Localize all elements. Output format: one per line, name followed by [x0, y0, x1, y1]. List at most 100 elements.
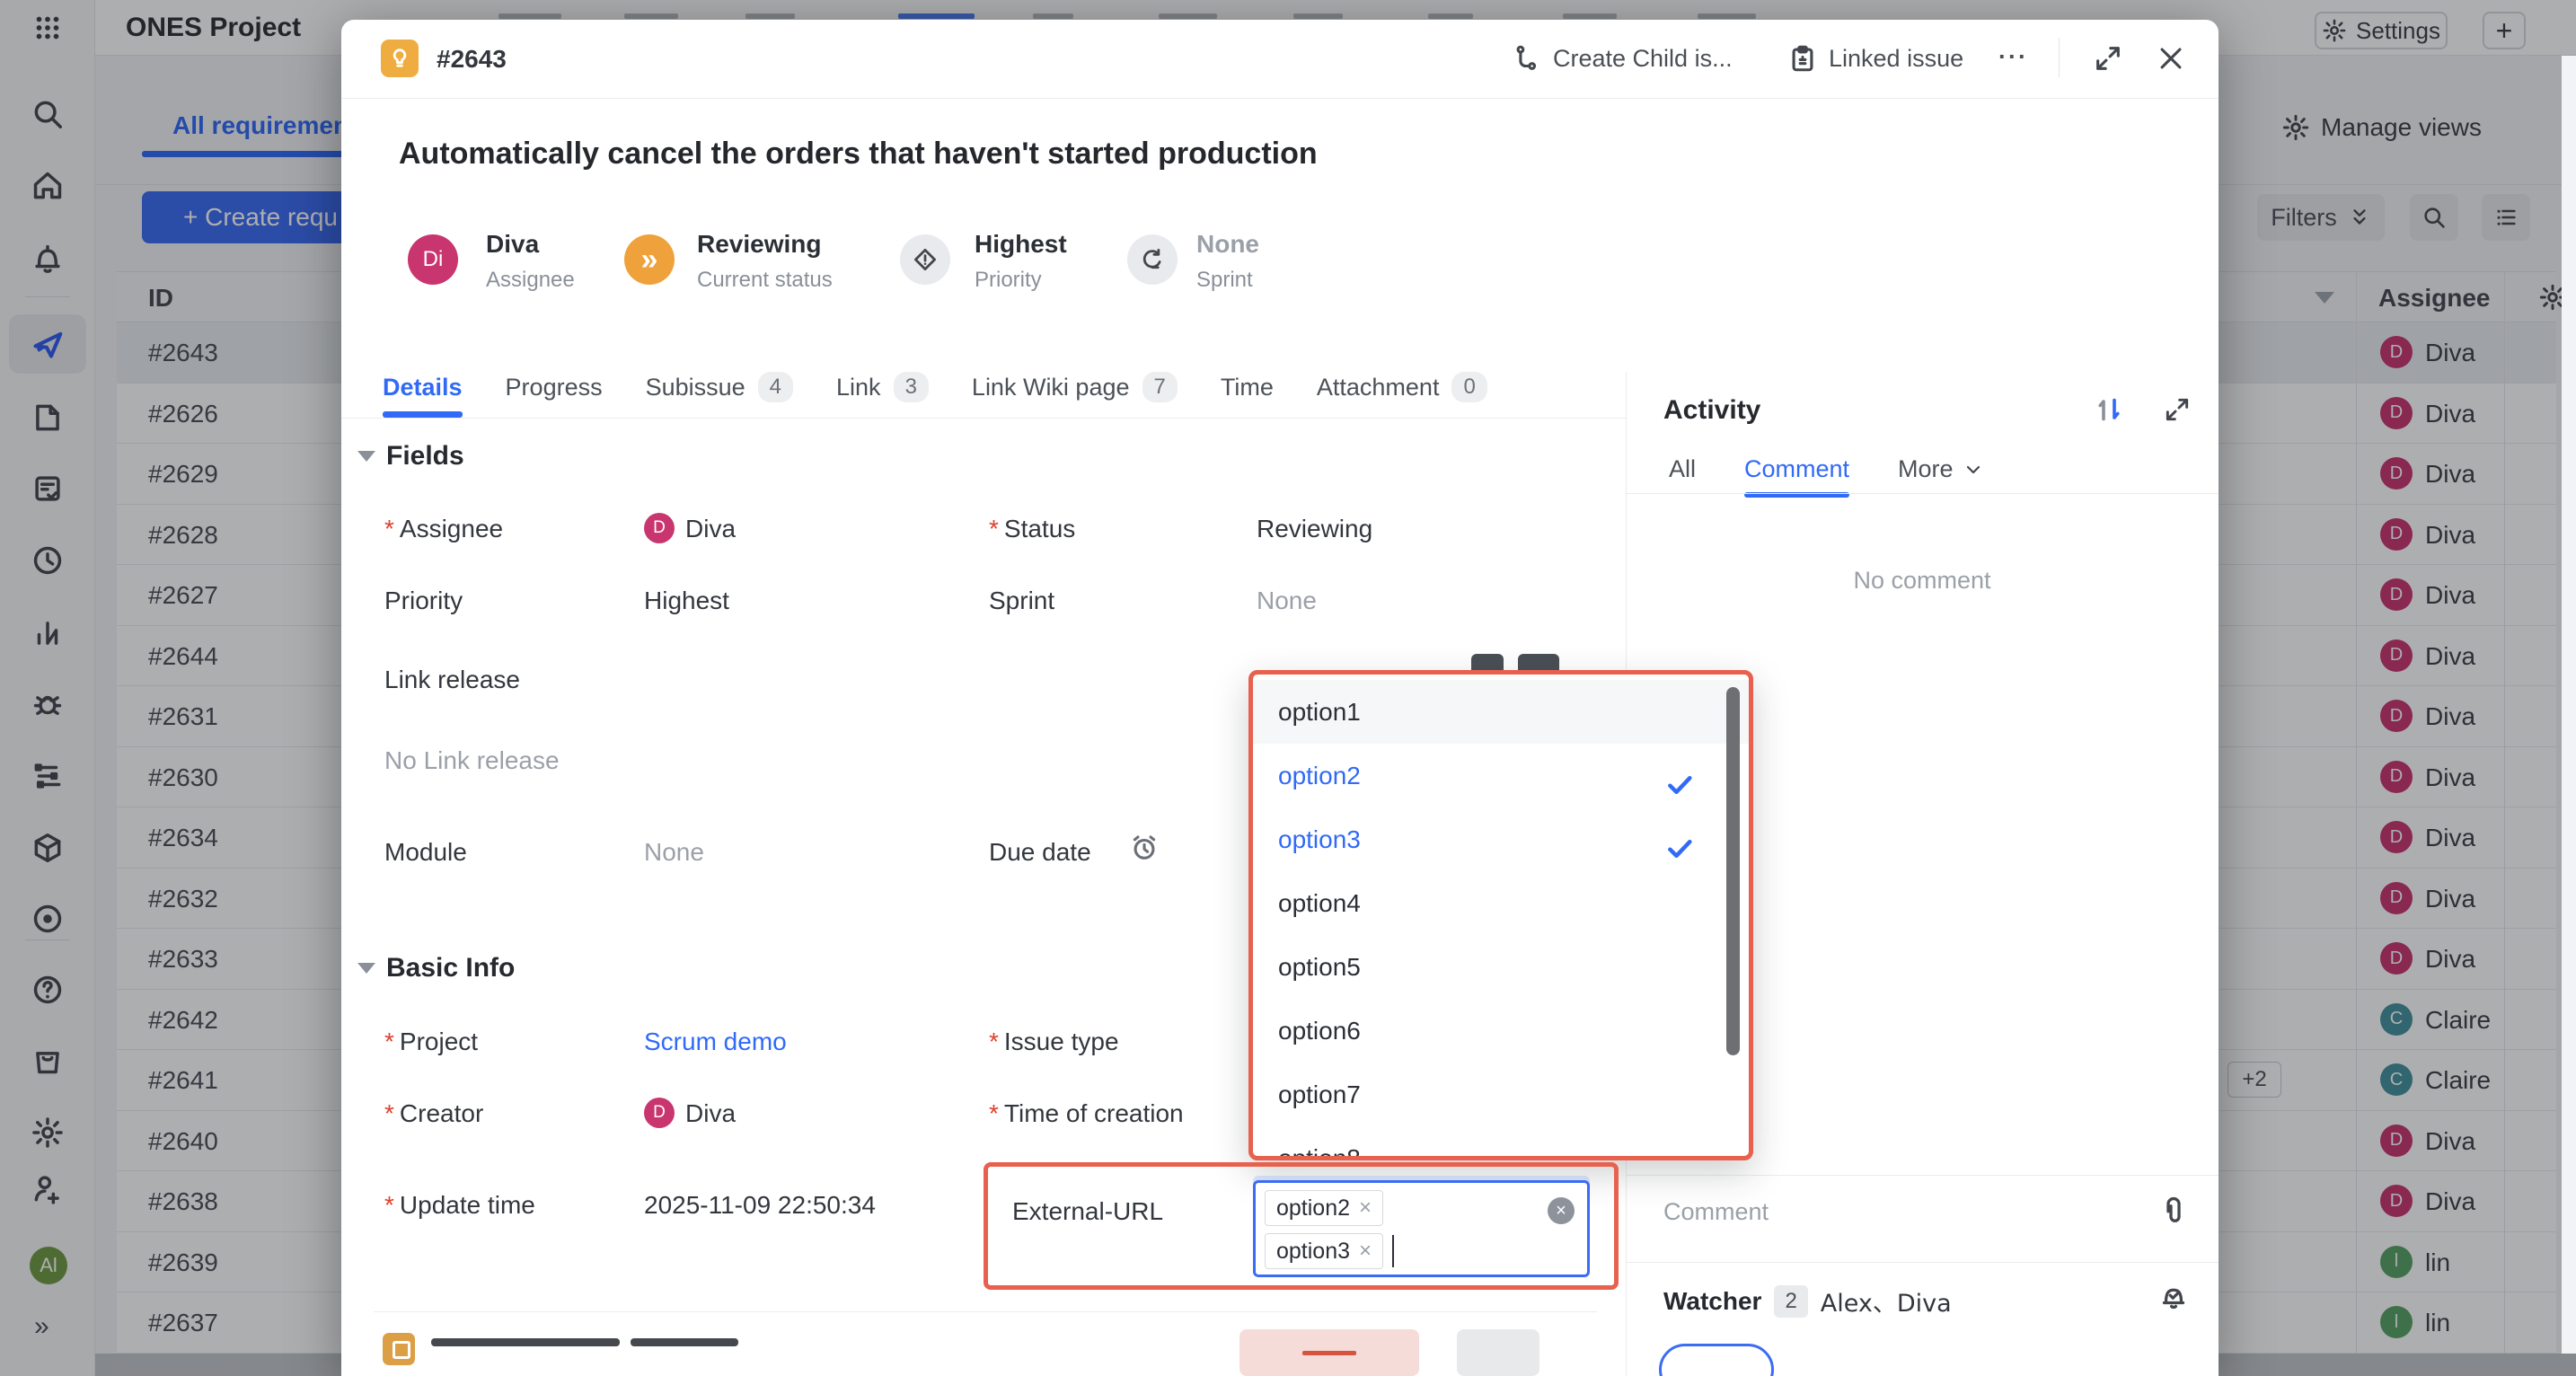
tab-link[interactable]: Link 3 [836, 372, 929, 419]
clipboard-link-icon [1792, 45, 1813, 72]
issue-detail-modal: #2643 Create Child is... Linked issue ··… [341, 20, 2219, 1376]
no-comment-text: No comment [1853, 567, 1991, 594]
assignee-field-value[interactable]: Diva [685, 515, 736, 543]
dropdown-option[interactable]: option1 [1253, 680, 1749, 744]
issue-type-icon [381, 40, 419, 77]
create-child-issue-button[interactable]: Create Child is... [1512, 43, 1733, 74]
collapse-caret-icon [357, 451, 375, 462]
alarm-clock-icon [1129, 833, 1160, 868]
tab-all[interactable]: All [1669, 455, 1696, 498]
avatar: D [644, 513, 675, 543]
chevron-down-icon [1966, 465, 1980, 473]
time-of-creation-field-label: Time of creation [989, 1099, 1184, 1128]
tab-progress[interactable]: Progress [506, 374, 603, 418]
activity-tabs: All Comment More [1669, 455, 1984, 498]
update-time-field-label: Update time [384, 1191, 535, 1220]
sprint-field-value[interactable]: None [1257, 587, 1317, 615]
page-scrollbar[interactable] [2562, 56, 2576, 1354]
avatar: Di [408, 234, 458, 285]
create-child-label: Create Child is... [1553, 44, 1733, 72]
issue-id: #2643 [437, 45, 507, 73]
creator-field-label: Creator [384, 1099, 483, 1128]
selected-option-tag[interactable]: option2 [1265, 1190, 1384, 1226]
dropdown-option[interactable]: option4 [1253, 871, 1749, 935]
project-field-value[interactable]: Scrum demo [644, 1028, 787, 1056]
linked-issue-button[interactable]: Linked issue [1787, 43, 1963, 74]
project-field-label: Project [384, 1028, 478, 1056]
update-time-field-value: 2025-11-09 22:50:34 [644, 1191, 876, 1219]
clipped-text [431, 1338, 620, 1346]
tab-count-badge: 7 [1142, 372, 1178, 402]
modal-tabs: Details Progress Subissue 4 Link 3 Link Wiki p… [383, 372, 1487, 419]
dropdown-option[interactable]: option3 [1253, 807, 1749, 871]
watcher-row[interactable]: Watcher 2 Alex、Diva [1663, 1283, 1952, 1319]
watcher-names: Alex、Diva [1820, 1290, 1952, 1318]
clipped-submit-button[interactable] [1659, 1344, 1774, 1376]
dropdown-option[interactable]: option7 [1253, 1063, 1749, 1126]
remove-tag-icon[interactable] [1359, 1239, 1372, 1264]
clipped-button[interactable] [1457, 1329, 1539, 1376]
more-actions-button[interactable]: ··· [1998, 43, 2028, 71]
external-url-input[interactable]: option2 option3 [1253, 1180, 1590, 1277]
tab-more[interactable]: More [1898, 455, 1984, 498]
priority-icon [900, 234, 950, 285]
comment-input[interactable]: Comment [1663, 1198, 1769, 1226]
clear-field-icon[interactable] [1548, 1197, 1575, 1224]
tab-link-wiki-page[interactable]: Link Wiki page 7 [972, 372, 1178, 419]
selected-option-tag[interactable]: option3 [1265, 1233, 1384, 1269]
tab-comment[interactable]: Comment [1744, 455, 1850, 498]
link-release-empty-value[interactable]: No Link release [384, 746, 560, 775]
external-url-option-dropdown[interactable]: option1 option2 option3 option4 option5 optio… [1248, 670, 1753, 1160]
issue-type-field-label: Issue type [989, 1028, 1119, 1056]
issue-title[interactable]: Automatically cancel the orders that hav… [399, 137, 1318, 172]
module-field-label: Module [384, 838, 467, 866]
external-url-field-label: External-URL [1012, 1197, 1164, 1225]
dropdown-option[interactable]: option6 [1253, 999, 1749, 1063]
priority-field-label: Priority [384, 587, 463, 614]
tab-subissue[interactable]: Subissue 4 [646, 372, 794, 419]
description-section-icon [383, 1333, 415, 1365]
expand-activity-icon[interactable] [2163, 395, 2192, 428]
tab-count-badge: 4 [757, 372, 794, 402]
dropdown-option[interactable]: option5 [1253, 935, 1749, 999]
link-release-field-label: Link release [384, 666, 520, 693]
watch-bell-check-icon[interactable] [2157, 1280, 2190, 1317]
status-field-value[interactable]: Reviewing [1257, 515, 1372, 543]
close-icon[interactable] [2156, 43, 2186, 78]
activity-title: Activity [1663, 395, 1761, 425]
header-divider [2059, 38, 2060, 77]
priority-field-value[interactable]: Highest [644, 587, 729, 615]
watcher-label: Watcher [1663, 1286, 1762, 1315]
modal-header: #2643 Create Child is... Linked issue ··… [341, 20, 2219, 99]
text-cursor [1392, 1235, 1394, 1267]
due-date-field-label: Due date [989, 838, 1091, 866]
clipped-button[interactable] [1239, 1329, 1419, 1376]
dropdown-option[interactable]: option2 [1253, 744, 1749, 807]
tab-details[interactable]: Details [383, 374, 463, 418]
fields-section-header[interactable]: Fields [357, 441, 464, 472]
basic-info-section-header[interactable]: Basic Info [357, 953, 515, 983]
tab-count-badge: 0 [1451, 372, 1487, 402]
clipped-text [631, 1338, 738, 1346]
tab-attachment[interactable]: Attachment 0 [1317, 372, 1487, 419]
dropdown-scrollbar[interactable] [1726, 687, 1740, 1055]
tab-time[interactable]: Time [1221, 374, 1274, 418]
expand-modal-icon[interactable] [2093, 43, 2123, 78]
avatar: D [644, 1098, 675, 1128]
sort-order-icon[interactable] [2093, 393, 2125, 430]
assignee-field-label: Assignee [384, 515, 503, 543]
watcher-count-badge: 2 [1774, 1284, 1808, 1318]
tree-icon [1516, 45, 1537, 70]
creator-field-value[interactable]: Diva [685, 1099, 736, 1128]
module-field-value[interactable]: None [644, 838, 704, 867]
status-icon: » [624, 234, 675, 285]
tab-count-badge: 3 [893, 372, 929, 402]
sprint-icon [1127, 234, 1178, 285]
screen: ONES Project Settings + Al » All require… [0, 0, 2576, 1376]
sprint-field-label: Sprint [989, 587, 1055, 614]
remove-tag-icon[interactable] [1359, 1195, 1372, 1221]
linked-issue-label: Linked issue [1829, 44, 1964, 72]
attachment-paperclip-icon[interactable] [2157, 1195, 2190, 1231]
dropdown-option[interactable]: option8 [1253, 1126, 1749, 1156]
collapse-caret-icon [357, 963, 375, 974]
